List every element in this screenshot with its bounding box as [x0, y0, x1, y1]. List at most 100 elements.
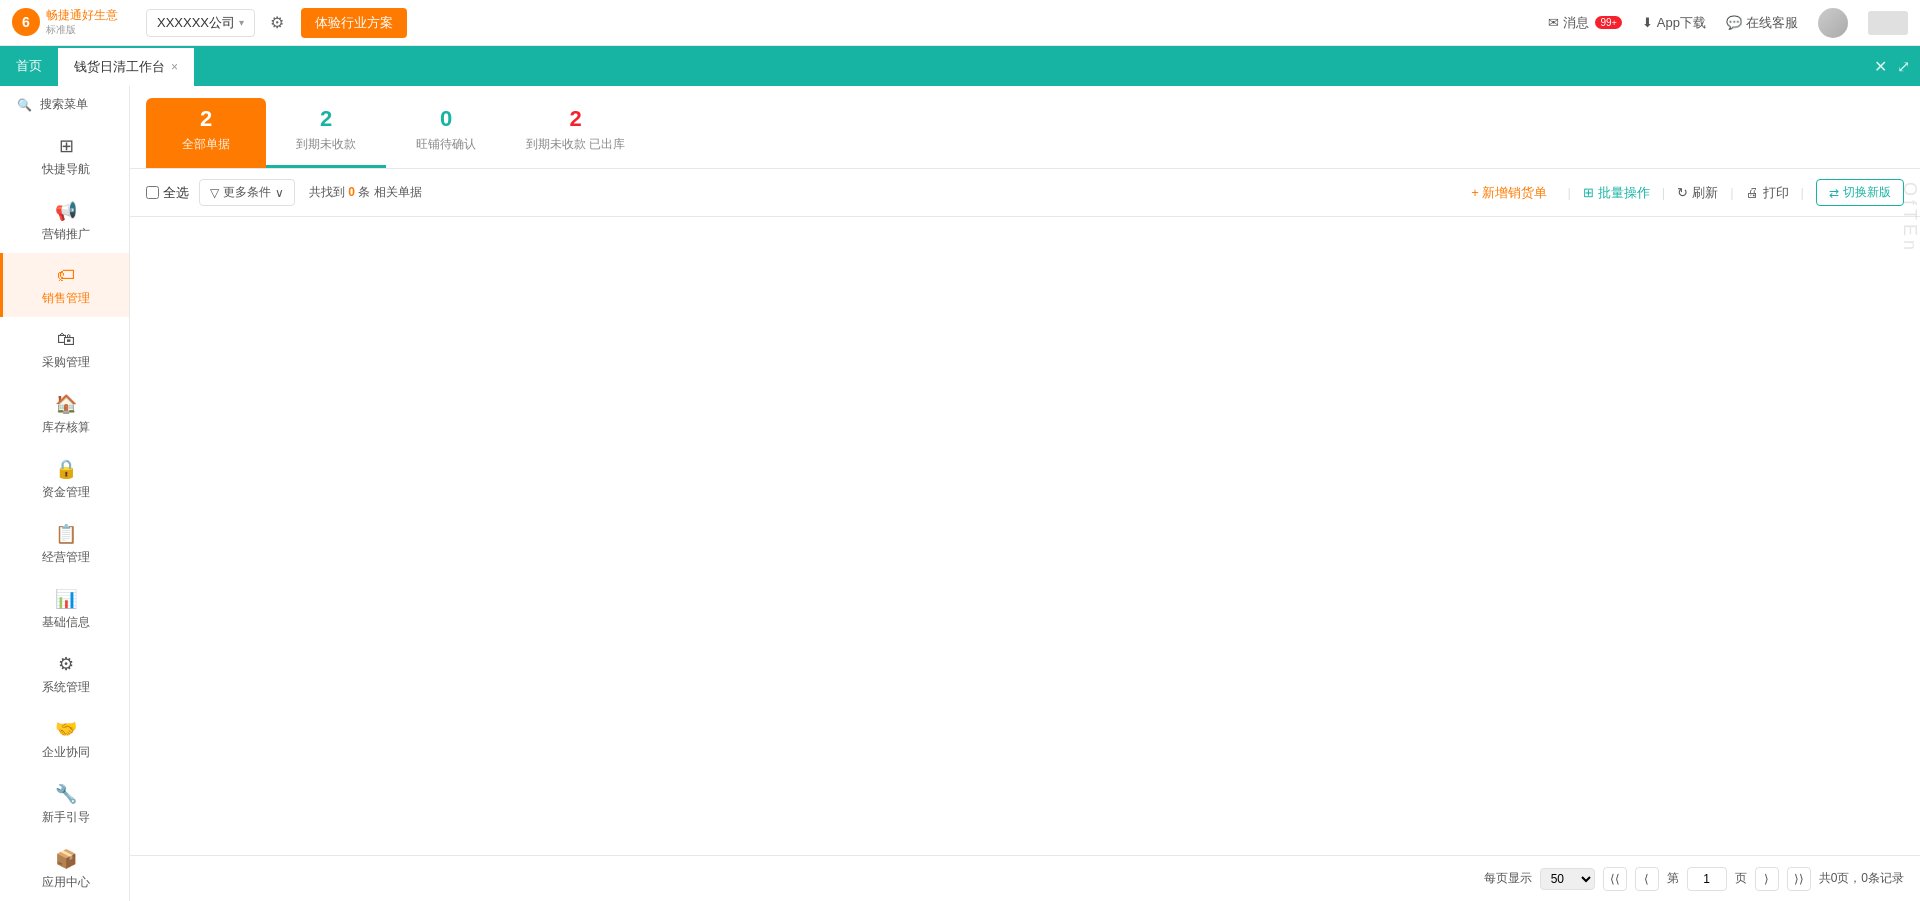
stat-pending-count: 0 — [406, 106, 486, 132]
content-area: 2 全部单据 2 到期未收款 0 旺铺待确认 2 到期未收款 已出库 全选 — [130, 86, 1920, 901]
avatar[interactable] — [1818, 8, 1848, 38]
sidebar-label: 资金管理 — [42, 484, 90, 501]
app-name: 畅捷通好生意 — [46, 8, 118, 22]
select-all-checkbox[interactable]: 全选 — [146, 184, 189, 202]
sidebar-label: 库存核算 — [42, 419, 90, 436]
switch-icon: ⇄ — [1829, 186, 1839, 200]
page-input[interactable] — [1687, 867, 1727, 891]
sidebar-item-operations[interactable]: 📋 经营管理 — [0, 511, 129, 576]
tab-close-icon[interactable]: × — [171, 60, 178, 74]
sidebar-label: 基础信息 — [42, 614, 90, 631]
stat-tab-overdue[interactable]: 2 到期未收款 — [266, 98, 386, 168]
stat-tab-overdue-shipped[interactable]: 2 到期未收款 已出库 — [506, 98, 645, 168]
prev-page-button[interactable]: ⟨ — [1635, 867, 1659, 891]
online-service-button[interactable]: 💬 在线客服 — [1726, 14, 1798, 32]
stat-pending-label: 旺铺待确认 — [406, 136, 486, 153]
app-download-button[interactable]: ⬇ App下载 — [1642, 14, 1706, 32]
sidebar-item-quick-nav[interactable]: ⊞ 快捷导航 — [0, 123, 129, 188]
sidebar-item-guide[interactable]: 🔧 新手引导 — [0, 771, 129, 836]
page-label: 第 — [1667, 870, 1679, 887]
marketing-icon: 📢 — [55, 200, 77, 222]
last-page-button[interactable]: ⟩⟩ — [1787, 867, 1811, 891]
sidebar-item-purchase[interactable]: 🛍 采购管理 — [0, 317, 129, 381]
search-menu-label: 搜索菜单 — [40, 96, 88, 113]
sidebar-item-inventory[interactable]: 🏠 库存核算 — [0, 381, 129, 446]
stat-overdue-count: 2 — [286, 106, 366, 132]
first-page-button[interactable]: ⟨⟨ — [1603, 867, 1627, 891]
sidebar-item-cooperation[interactable]: 🤝 企业协同 — [0, 706, 129, 771]
found-text: 共找到 0 条 相关单据 — [309, 184, 422, 201]
message-badge: 99+ — [1595, 16, 1621, 29]
select-all-input[interactable] — [146, 186, 159, 199]
message-button[interactable]: ✉ 消息 99+ — [1548, 14, 1621, 32]
sidebar-item-marketing[interactable]: 📢 营销推广 — [0, 188, 129, 253]
main-layout: 🔍 搜索菜单 ⊞ 快捷导航 📢 营销推广 🏷 销售管理 🛍 采购管理 🏠 库存核… — [0, 86, 1920, 901]
footer-pagination: 每页显示 50 100 200 ⟨⟨ ⟨ 第 页 ⟩ ⟩⟩ 共0页，0条记录 — [130, 855, 1920, 901]
sidebar-label: 企业协同 — [42, 744, 90, 761]
operations-icon: 📋 — [55, 523, 77, 545]
sidebar-item-app-center[interactable]: 📦 应用中心 — [0, 836, 129, 901]
sidebar-item-finance[interactable]: 🔒 资金管理 — [0, 446, 129, 511]
settings-button[interactable]: ⚙ — [263, 9, 291, 37]
search-menu-item[interactable]: 🔍 搜索菜单 — [0, 86, 129, 123]
table-area — [130, 217, 1920, 855]
basic-info-icon: 📊 — [55, 588, 77, 610]
nav-tabs: 首页 钱货日清工作台 × ✕ ⤢ — [0, 46, 1920, 86]
guide-icon: 🔧 — [55, 783, 77, 805]
stat-tab-pending[interactable]: 0 旺铺待确认 — [386, 98, 506, 168]
stat-overdue-shipped-count: 2 — [526, 106, 625, 132]
toolbar-right: + 新增销货单 | ⊞ 批量操作 | ↻ 刷新 | 🖨 打印 | ⇄ — [1463, 179, 1904, 206]
finance-icon: 🔒 — [55, 458, 77, 480]
add-sales-order-button[interactable]: + 新增销货单 — [1463, 180, 1555, 206]
sidebar-label: 采购管理 — [42, 354, 90, 371]
sidebar-label: 新手引导 — [42, 809, 90, 826]
app-center-icon: 📦 — [55, 848, 77, 870]
search-icon: 🔍 — [17, 98, 32, 112]
select-all-label: 全选 — [163, 184, 189, 202]
toolbar: 全选 ▽ 更多条件 ∨ 共找到 0 条 相关单据 + 新增销货单 | ⊞ 批量操… — [130, 169, 1920, 217]
chevron-down-filter-icon: ∨ — [275, 186, 284, 200]
refresh-button[interactable]: ↻ 刷新 — [1677, 184, 1718, 202]
filter-icon: ▽ — [210, 186, 219, 200]
total-info: 共0页，0条记录 — [1819, 870, 1904, 887]
found-count: 0 — [348, 185, 355, 199]
sidebar-label: 营销推广 — [42, 226, 90, 243]
page-size-select[interactable]: 50 100 200 — [1540, 868, 1595, 890]
sidebar-item-sales[interactable]: 🏷 销售管理 — [0, 253, 129, 317]
tab-home[interactable]: 首页 — [0, 46, 58, 86]
sales-icon: 🏷 — [57, 265, 75, 286]
app-sub: 标准版 — [46, 23, 118, 37]
download-icon: ⬇ — [1642, 15, 1653, 30]
message-icon: ✉ — [1548, 15, 1559, 30]
quick-nav-icon: ⊞ — [59, 135, 74, 157]
batch-operation-button[interactable]: ⊞ 批量操作 — [1583, 184, 1650, 202]
sidebar-label: 销售管理 — [42, 290, 90, 307]
trial-button[interactable]: 体验行业方案 — [301, 8, 407, 38]
sidebar-label: 应用中心 — [42, 874, 90, 891]
tab-work-station[interactable]: 钱货日清工作台 × — [58, 46, 194, 86]
filter-button[interactable]: ▽ 更多条件 ∨ — [199, 179, 295, 206]
window-close-icon[interactable]: ✕ — [1874, 57, 1887, 76]
company-name: XXXXXX公司 — [157, 14, 235, 32]
sidebar-label: 系统管理 — [42, 679, 90, 696]
top-header: 6 畅捷通好生意 标准版 XXXXXX公司 ▾ ⚙ 体验行业方案 ✉ 消息 99… — [0, 0, 1920, 46]
header-right: ✉ 消息 99+ ⬇ App下载 💬 在线客服 — [1548, 8, 1908, 38]
stats-tabs: 2 全部单据 2 到期未收款 0 旺铺待确认 2 到期未收款 已出库 — [130, 86, 1920, 169]
service-icon: 💬 — [1726, 15, 1742, 30]
sidebar-item-basic-info[interactable]: 📊 基础信息 — [0, 576, 129, 641]
stat-all-label: 全部单据 — [166, 136, 246, 153]
company-selector[interactable]: XXXXXX公司 ▾ — [146, 9, 255, 37]
next-page-button[interactable]: ⟩ — [1755, 867, 1779, 891]
sidebar: 🔍 搜索菜单 ⊞ 快捷导航 📢 营销推广 🏷 销售管理 🛍 采购管理 🏠 库存核… — [0, 86, 130, 901]
print-button[interactable]: 🖨 打印 — [1746, 184, 1789, 202]
switch-version-button[interactable]: ⇄ 切换新版 — [1816, 179, 1904, 206]
stat-tab-all[interactable]: 2 全部单据 — [146, 98, 266, 168]
print-icon: 🖨 — [1746, 185, 1759, 200]
purchase-icon: 🛍 — [57, 329, 75, 350]
sidebar-item-system[interactable]: ⚙ 系统管理 — [0, 641, 129, 706]
page-unit: 页 — [1735, 870, 1747, 887]
stat-overdue-label: 到期未收款 — [286, 136, 366, 153]
page-size-label: 每页显示 — [1484, 870, 1532, 887]
window-expand-icon[interactable]: ⤢ — [1897, 57, 1910, 76]
refresh-icon: ↻ — [1677, 185, 1688, 200]
